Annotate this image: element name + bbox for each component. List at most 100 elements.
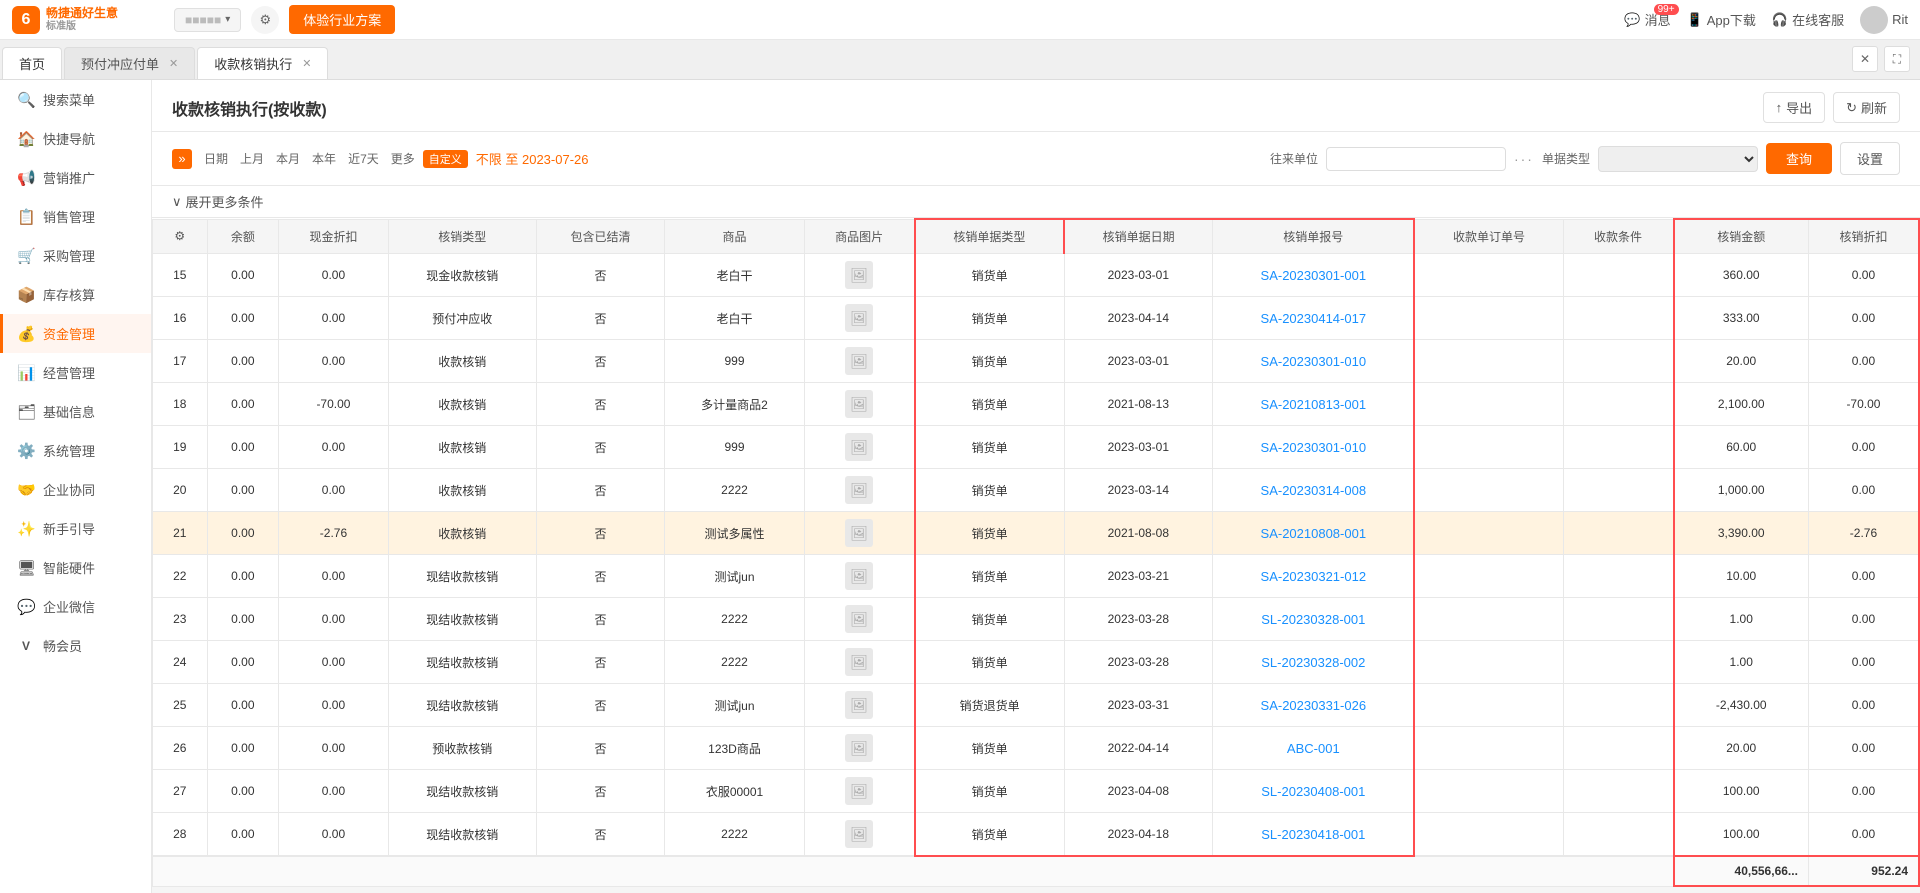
date-custom[interactable]: 自定义 xyxy=(423,150,468,168)
cell-writeoff-doc-no: SL-20230328-002 xyxy=(1213,641,1415,684)
handshake-icon: 🤝 xyxy=(17,481,35,499)
cell-product-img: 🖼 xyxy=(804,254,914,297)
date-range: 不限 至 2023-07-26 xyxy=(476,149,589,168)
expand-more-btn[interactable]: ∨ 展开更多条件 xyxy=(152,186,1920,218)
cell-balance: 0.00 xyxy=(207,684,279,727)
sidebar-item-purchase[interactable]: 🛒 采购管理 xyxy=(0,236,151,275)
sidebar-item-marketing[interactable]: 📢 营销推广 xyxy=(0,158,151,197)
sidebar-item-search[interactable]: 🔍 搜索菜单 xyxy=(0,80,151,119)
cell-receipt-order-no xyxy=(1414,727,1563,770)
content-area: 收款核销执行(按收款) ↑ 导出 ↻ 刷新 » 日期 上月 本月 本 xyxy=(152,80,1920,893)
cell-writeoff-amount: 333.00 xyxy=(1674,297,1809,340)
from-unit-input[interactable] xyxy=(1326,147,1506,171)
sidebar-item-member[interactable]: V 畅会员 xyxy=(0,626,151,665)
online-support[interactable]: 🎧 在线客服 xyxy=(1772,10,1844,29)
sidebar-item-wechat[interactable]: 💬 企业微信 xyxy=(0,587,151,626)
cell-writeoff-doc-no: SL-20230328-001 xyxy=(1213,598,1415,641)
user-menu[interactable]: Rit xyxy=(1860,6,1908,34)
top-bar-center: ■■■■■ ▾ ⚙ 体验行业方案 xyxy=(174,5,1612,34)
gear-button[interactable]: ⚙ xyxy=(251,6,279,34)
sidebar-item-sales[interactable]: 📋 销售管理 xyxy=(0,197,151,236)
sidebar-item-finance[interactable]: 💰 资金管理 xyxy=(0,314,151,353)
cell-receipt-terms xyxy=(1563,469,1673,512)
cell-writeoff-doc-type: 销货单 xyxy=(915,426,1064,469)
sidebar-item-hardware[interactable]: 🖥 智能硬件 xyxy=(0,548,151,587)
date-group: 上月 本月 本年 近7天 更多 自定义 xyxy=(236,148,468,169)
cell-writeoff-doc-date: 2023-03-01 xyxy=(1064,254,1213,297)
tab-collection-close[interactable]: ✕ xyxy=(302,57,311,70)
cell-receipt-terms xyxy=(1563,727,1673,770)
app-download[interactable]: 📱 App下载 xyxy=(1687,10,1756,29)
expand-label: 展开更多条件 xyxy=(186,192,264,211)
cell-balance: 0.00 xyxy=(207,770,279,813)
company-selector[interactable]: ■■■■■ ▾ xyxy=(174,8,241,32)
cell-include-settled: 否 xyxy=(536,469,665,512)
logo-area: 6 畅捷通好生意 标准版 xyxy=(12,6,162,34)
sidebar-item-beginner[interactable]: ✨ 新手引导 xyxy=(0,509,151,548)
home-icon: 🏠 xyxy=(17,130,35,148)
cell-receipt-terms xyxy=(1563,512,1673,555)
sidebar: 🔍 搜索菜单 🏠 快捷导航 📢 营销推广 📋 销售管理 🛒 采购管理 📦 库存核… xyxy=(0,80,152,893)
cell-writeoff-doc-type: 销货单 xyxy=(915,254,1064,297)
cell-balance: 0.00 xyxy=(207,512,279,555)
col-product: 商品 xyxy=(665,219,804,254)
cell-include-settled: 否 xyxy=(536,727,665,770)
sidebar-item-operation[interactable]: 📊 经营管理 xyxy=(0,353,151,392)
cell-writeoff-discount: 0.00 xyxy=(1808,641,1919,684)
cell-include-settled: 否 xyxy=(536,598,665,641)
cell-cash-discount: 0.00 xyxy=(279,254,389,297)
settings-button[interactable]: 设置 xyxy=(1840,142,1900,175)
date-last-month[interactable]: 上月 xyxy=(236,148,268,169)
tab-home[interactable]: 首页 xyxy=(2,47,62,79)
tab-collection[interactable]: 收款核销执行 ✕ xyxy=(197,47,328,79)
sidebar-item-inventory[interactable]: 📦 库存核算 xyxy=(0,275,151,314)
table-header-row: ⚙ 余额 现金折扣 核销类型 包含已结清 商品 商品图片 核销单据类型 核销单据… xyxy=(153,219,1920,254)
date-this-year[interactable]: 本年 xyxy=(308,148,340,169)
cell-writeoff-doc-no: SA-20210808-001 xyxy=(1213,512,1415,555)
top-bar: 6 畅捷通好生意 标准版 ■■■■■ ▾ ⚙ 体验行业方案 💬 消息 99+ 📱… xyxy=(0,0,1920,40)
table-row: 160.000.00预付冲应收否老白干 🖼 销货单2023-04-14 SA-2… xyxy=(153,297,1920,340)
cell-writeoff-doc-no: SA-20230321-012 xyxy=(1213,555,1415,598)
tab-prepay-close[interactable]: ✕ xyxy=(169,57,178,70)
sidebar-item-basic[interactable]: 🗂 基础信息 xyxy=(0,392,151,431)
cell-num: 18 xyxy=(153,383,208,426)
filter-toggle-btn[interactable]: » xyxy=(172,149,192,169)
cell-writeoff-doc-type: 销货单 xyxy=(915,598,1064,641)
finance-icon: 💰 xyxy=(17,325,35,343)
cell-receipt-order-no xyxy=(1414,297,1563,340)
cell-balance: 0.00 xyxy=(207,383,279,426)
cell-writeoff-amount: 20.00 xyxy=(1674,340,1809,383)
cell-receipt-terms xyxy=(1563,340,1673,383)
sidebar-item-quick-nav[interactable]: 🏠 快捷导航 xyxy=(0,119,151,158)
notification-count: 99+ xyxy=(1654,4,1679,15)
cell-writeoff-type: 收款核销 xyxy=(388,383,536,426)
cell-writeoff-doc-date: 2022-04-14 xyxy=(1064,727,1213,770)
more-filter-dots[interactable]: ··· xyxy=(1514,151,1534,167)
sidebar-item-system[interactable]: ⚙️ 系统管理 xyxy=(0,431,151,470)
query-button[interactable]: 查询 xyxy=(1766,143,1832,174)
cell-include-settled: 否 xyxy=(536,297,665,340)
cell-num: 21 xyxy=(153,512,208,555)
tab-prepay[interactable]: 预付冲应付单 ✕ xyxy=(64,47,195,79)
date-this-month[interactable]: 本月 xyxy=(272,148,304,169)
wechat-icon: 💬 xyxy=(17,598,35,616)
notification-area[interactable]: 💬 消息 99+ xyxy=(1624,10,1670,29)
date-7days[interactable]: 近7天 xyxy=(344,148,383,169)
cell-cash-discount: 0.00 xyxy=(279,684,389,727)
expand-tab-btn[interactable]: ⛶ xyxy=(1884,46,1910,72)
cell-receipt-order-no xyxy=(1414,641,1563,684)
sidebar-item-enterprise[interactable]: 🤝 企业协同 xyxy=(0,470,151,509)
cell-cash-discount: 0.00 xyxy=(279,469,389,512)
date-more[interactable]: 更多 xyxy=(387,148,419,169)
tab-bar: 首页 预付冲应付单 ✕ 收款核销执行 ✕ ✕ ⛶ xyxy=(0,40,1920,80)
close-tab-btn[interactable]: ✕ xyxy=(1852,46,1878,72)
cell-writeoff-amount: 100.00 xyxy=(1674,813,1809,857)
doc-type-select[interactable] xyxy=(1598,146,1758,172)
sparkle-icon: ✨ xyxy=(17,520,35,538)
col-settings[interactable]: ⚙ xyxy=(153,219,208,254)
export-button[interactable]: ↑ 导出 xyxy=(1763,92,1826,123)
refresh-button[interactable]: ↻ 刷新 xyxy=(1833,92,1900,123)
cell-writeoff-discount: 0.00 xyxy=(1808,813,1919,857)
solution-button[interactable]: 体验行业方案 xyxy=(289,5,395,34)
col-receipt-order-no: 收款单订单号 xyxy=(1414,219,1563,254)
